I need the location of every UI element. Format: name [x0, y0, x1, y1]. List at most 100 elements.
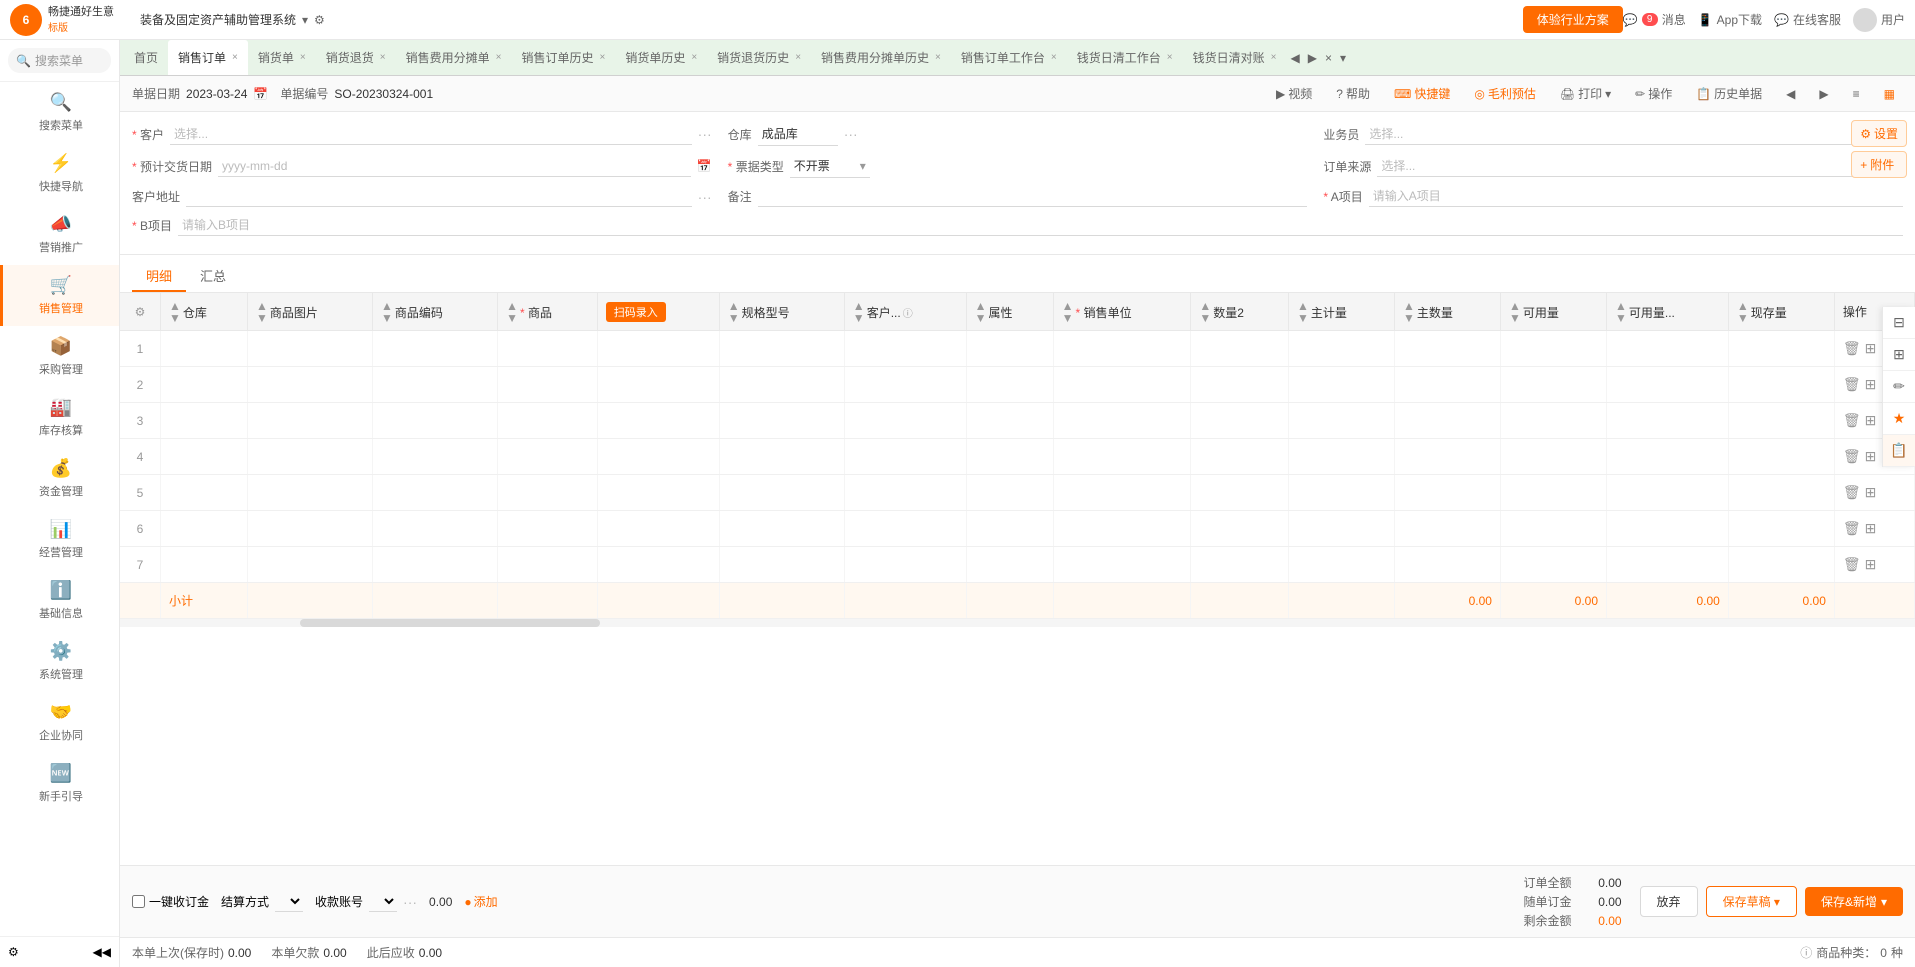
tab-close-sales-note[interactable]: ×: [300, 52, 306, 63]
sidebar-item-marketing[interactable]: 📣 营销推广: [0, 204, 119, 265]
cell-attribute-2[interactable]: [966, 367, 1053, 403]
shortcut-btn[interactable]: ⌨ 快捷键: [1386, 82, 1458, 105]
sidebar-collapse-icon[interactable]: ◀◀: [93, 945, 111, 959]
operation-btn[interactable]: ✏ 操作: [1627, 82, 1680, 105]
history-btn[interactable]: 📋 历史单据: [1688, 82, 1770, 105]
cell-product-1[interactable]: [498, 331, 598, 367]
settings-button[interactable]: ⚙: [314, 13, 325, 27]
sidebar-item-base-info[interactable]: ℹ️ 基础信息: [0, 570, 119, 631]
cell-unit-2[interactable]: [1053, 367, 1191, 403]
side-icon-layout[interactable]: ⊞: [1883, 339, 1915, 371]
sidebar-item-finance[interactable]: 💰 资金管理: [0, 448, 119, 509]
add-btn[interactable]: ● 添加: [464, 893, 497, 910]
tab-fee-split[interactable]: 销售费用分摊单 ×: [396, 40, 512, 75]
industry-btn[interactable]: 体验行业方案: [1523, 6, 1623, 33]
subtab-summary[interactable]: 汇总: [186, 261, 240, 292]
cell-warehouse-2[interactable]: [161, 367, 248, 403]
help-btn[interactable]: ? 帮助: [1328, 82, 1378, 105]
user-item[interactable]: 用户: [1853, 8, 1905, 32]
customer-dots[interactable]: ···: [698, 126, 712, 142]
tab-daily-reconcile[interactable]: 钱货日清对账 ×: [1183, 40, 1287, 75]
cell-customer-code-1[interactable]: [844, 331, 966, 367]
account-select[interactable]: [369, 891, 397, 912]
side-icon-star[interactable]: ★: [1883, 403, 1915, 435]
tab-close-fee-split[interactable]: ×: [496, 52, 502, 63]
tab-close-return-history[interactable]: ×: [795, 52, 801, 63]
delete-row-5-icon[interactable]: 🗑: [1843, 484, 1861, 501]
sidebar-settings-icon[interactable]: ⚙: [8, 945, 19, 959]
copy-row-6-icon[interactable]: ⊞: [1865, 520, 1877, 537]
sidebar-item-purchase[interactable]: 📦 采购管理: [0, 326, 119, 387]
side-icon-clipboard[interactable]: 📋: [1883, 435, 1915, 467]
cell-customer-code-2[interactable]: [844, 367, 966, 403]
scan-btn[interactable]: 扫码录入: [606, 302, 666, 322]
app-download-item[interactable]: 📱 App下载: [1698, 11, 1762, 28]
note-input[interactable]: [758, 186, 1308, 207]
tab-sales-note[interactable]: 销货单 ×: [248, 40, 316, 75]
order-source-input[interactable]: [1377, 156, 1891, 177]
ticket-dropdown-icon[interactable]: ▾: [860, 159, 866, 173]
tab-order-workbench[interactable]: 销售订单工作台 ×: [951, 40, 1067, 75]
side-icon-edit[interactable]: ✏: [1883, 371, 1915, 403]
tab-next-btn[interactable]: ▶: [1304, 47, 1321, 69]
side-icon-expand[interactable]: ⊟: [1883, 307, 1915, 339]
tab-return-history[interactable]: 销货退货历史 ×: [707, 40, 811, 75]
copy-row-7-icon[interactable]: ⊞: [1865, 556, 1877, 573]
tab-sales-order[interactable]: 销售订单 ×: [168, 40, 248, 75]
profit-btn[interactable]: ◎ 毛利预估: [1466, 82, 1544, 105]
project-a-input[interactable]: [1369, 186, 1903, 207]
prev-record-btn[interactable]: ◀: [1778, 84, 1803, 104]
save-new-btn[interactable]: 保存&新增 ▾: [1805, 887, 1903, 916]
copy-row-5-icon[interactable]: ⊞: [1865, 484, 1877, 501]
sidebar-item-system[interactable]: ⚙️ 系统管理: [0, 631, 119, 692]
sidebar-search[interactable]: 🔍 搜索菜单: [0, 40, 119, 82]
sidebar-item-enterprise[interactable]: 🤝 企业协同: [0, 692, 119, 753]
tab-order-history[interactable]: 销售订单历史 ×: [511, 40, 615, 75]
horizontal-scrollbar[interactable]: [120, 619, 1915, 627]
save-draft-btn[interactable]: 保存草稿 ▾: [1706, 886, 1797, 917]
tab-fee-split-history[interactable]: 销售费用分摊单历史 ×: [811, 40, 951, 75]
tab-close-all-btn[interactable]: ×: [1321, 47, 1336, 69]
tab-close-daily-workbench[interactable]: ×: [1167, 52, 1173, 63]
online-service-item[interactable]: 💬 在线客服: [1774, 11, 1841, 28]
delete-row-2-icon[interactable]: 🗑: [1843, 376, 1861, 393]
cell-warehouse-1[interactable]: [161, 331, 248, 367]
cell-product-2[interactable]: [498, 367, 598, 403]
delivery-calendar-icon[interactable]: 📅: [697, 159, 712, 173]
warehouse-dots[interactable]: ···: [844, 126, 858, 142]
staff-input[interactable]: [1365, 124, 1883, 145]
tab-close-note-history[interactable]: ×: [691, 52, 697, 63]
calendar-icon[interactable]: 📅: [253, 87, 268, 101]
copy-row-2-icon[interactable]: ⊞: [1865, 376, 1877, 393]
delete-row-6-icon[interactable]: 🗑: [1843, 520, 1861, 537]
customer-input[interactable]: [170, 124, 692, 145]
sidebar-item-guide[interactable]: 🆕 新手引导: [0, 753, 119, 814]
tab-return[interactable]: 销货退货 ×: [316, 40, 396, 75]
sidebar-item-operations[interactable]: 📊 经营管理: [0, 509, 119, 570]
next-record-btn[interactable]: ▶: [1811, 84, 1836, 104]
delete-row-4-icon[interactable]: 🗑: [1843, 448, 1861, 465]
address-input[interactable]: [186, 186, 692, 207]
cell-main-qty-1[interactable]: [1394, 331, 1500, 367]
cell-spec-2[interactable]: [719, 367, 844, 403]
delete-row-1-icon[interactable]: 🗑: [1843, 340, 1861, 357]
search-input-wrapper[interactable]: 🔍 搜索菜单: [8, 48, 111, 73]
sidebar-item-sales[interactable]: 🛒 销售管理: [0, 265, 119, 326]
delete-row-3-icon[interactable]: 🗑: [1843, 412, 1861, 429]
cell-qty2-1[interactable]: [1191, 331, 1289, 367]
tab-home[interactable]: 首页: [124, 40, 168, 75]
col-settings-btn[interactable]: ⚙: [128, 300, 152, 324]
tab-close-sales-order[interactable]: ×: [232, 52, 238, 63]
checkout-checkbox[interactable]: 一键收订金: [132, 893, 209, 910]
cell-attribute-1[interactable]: [966, 331, 1053, 367]
copy-row-3-icon[interactable]: ⊞: [1865, 412, 1877, 429]
cell-code-1[interactable]: [373, 331, 498, 367]
tab-close-order-history[interactable]: ×: [599, 52, 605, 63]
sidebar-item-inventory[interactable]: 🏭 库存核算: [0, 387, 119, 448]
checkout-checkbox-input[interactable]: [132, 895, 145, 908]
tab-close-fee-split-history[interactable]: ×: [935, 52, 941, 63]
sidebar-item-search[interactable]: 🔍 搜索菜单: [0, 82, 119, 143]
cell-unit-1[interactable]: [1053, 331, 1191, 367]
payment-method-select[interactable]: [275, 891, 303, 912]
view-btn[interactable]: ▶ 视频: [1268, 82, 1320, 105]
